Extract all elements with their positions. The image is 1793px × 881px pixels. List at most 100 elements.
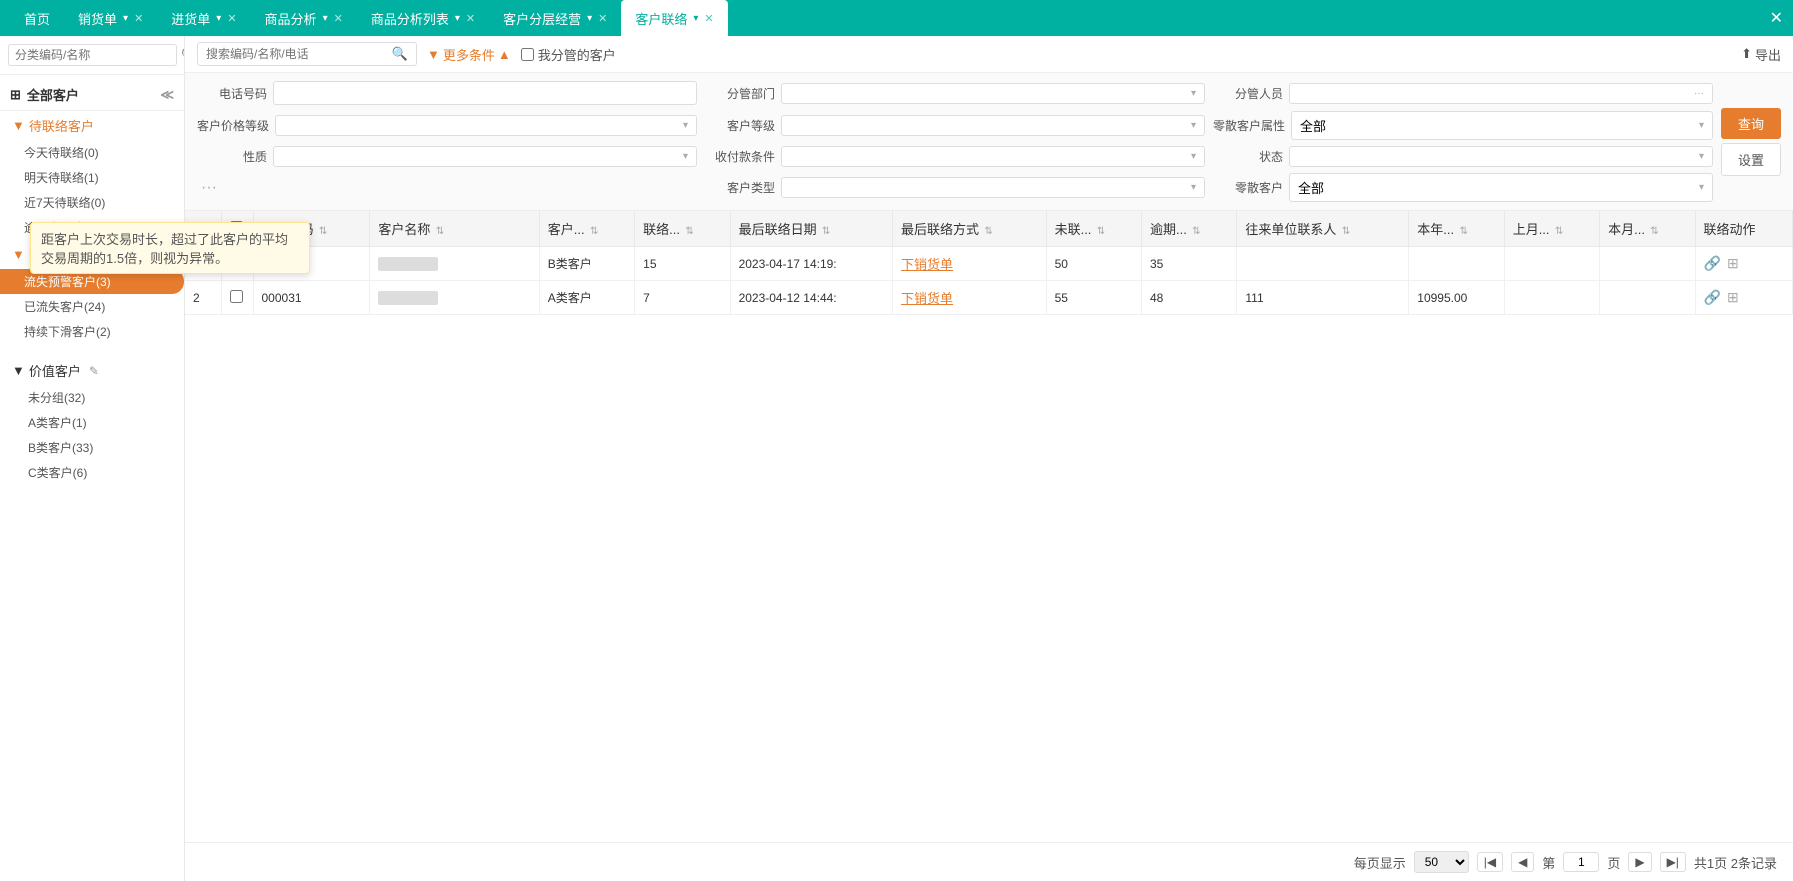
sidebar-item-lost-warning[interactable]: 已流失客户(24)	[0, 294, 184, 319]
filter-retail-attr-caret: ▾	[1699, 120, 1704, 131]
filter-cust-grade-select[interactable]: ▾	[781, 115, 1205, 136]
nav-tab-purchase-close[interactable]: ✕	[227, 12, 236, 25]
sidebar-item-declining[interactable]	[0, 344, 184, 352]
nav-tab-analysis-list-label: 商品分析列表	[371, 9, 449, 28]
last-page-btn[interactable]: ▶|	[1660, 852, 1686, 872]
filter-status-select[interactable]: ▾	[1289, 146, 1713, 167]
nav-tab-segment-arrow: ▾	[587, 13, 592, 24]
nav-tab-analysis-list[interactable]: 商品分析列表 ▾ ✕	[357, 0, 489, 36]
col-this-year[interactable]: 本年... ⇅	[1409, 211, 1504, 247]
nav-tab-segment-close[interactable]: ✕	[598, 12, 607, 25]
more-conditions-label: 更多条件	[443, 45, 495, 64]
more-conditions-btn[interactable]: ▼ 更多条件 ▲	[427, 45, 511, 64]
sidebar-item-7days[interactable]: 近7天待联络(0)	[0, 190, 184, 215]
row2-checkbox-cell	[221, 281, 253, 315]
nav-tab-analysis-close[interactable]: ✕	[334, 12, 343, 25]
col-overdue[interactable]: 逾期... ⇅	[1141, 211, 1236, 247]
nav-tab-sales-close[interactable]: ✕	[134, 12, 143, 25]
row2-last-method[interactable]: 下销货单	[893, 281, 1047, 315]
filter-phone-input[interactable]	[273, 81, 697, 105]
sidebar-search-area: 🔍	[0, 36, 184, 75]
nav-tab-home[interactable]: 首页	[10, 0, 64, 36]
row2-contact-count: 7	[635, 281, 730, 315]
export-btn[interactable]: ⬆ 导出	[1741, 45, 1781, 64]
col-last-date[interactable]: 最后联络日期 ⇅	[730, 211, 892, 247]
filter-retail-attr-value: 全部	[1300, 116, 1326, 135]
sidebar-item-b-class[interactable]: B类客户(33)	[0, 435, 184, 460]
sidebar-item-ungroup[interactable]: 未分组(32)	[0, 385, 184, 410]
col-name-label: 客户名称	[378, 222, 430, 237]
sidebar-group-value[interactable]: ▼ 价值客户 ✎	[0, 356, 184, 385]
filter-bar: 🔍 ▼ 更多条件 ▲ 我分管的客户 ⬆ 导出	[185, 36, 1793, 73]
col-no-contact-sort: ⇅	[1097, 226, 1105, 237]
sidebar-item-today[interactable]: 今天待联络(0)	[0, 140, 184, 165]
filter-retail-cust-select[interactable]: 全部 ▾	[1289, 173, 1713, 202]
window-close-button[interactable]: ✕	[1770, 8, 1783, 28]
col-this-month[interactable]: 本月... ⇅	[1600, 211, 1695, 247]
nav-tab-analysis-list-close[interactable]: ✕	[466, 12, 475, 25]
per-page-select[interactable]: 50 100 200	[1414, 851, 1469, 873]
value-edit-icon[interactable]: ✎	[89, 364, 99, 378]
sidebar-item-tomorrow[interactable]: 明天待联络(1)	[0, 165, 184, 190]
col-last-method[interactable]: 最后联络方式 ⇅	[893, 211, 1047, 247]
nav-tab-sales[interactable]: 销货单 ▾ ✕	[64, 0, 157, 36]
sidebar-group-pending[interactable]: ▼ 待联络客户	[0, 111, 184, 140]
nav-tab-contact[interactable]: 客户联络 ▾ ✕	[621, 0, 727, 36]
nav-tab-analysis[interactable]: 商品分析 ▾ ✕	[251, 0, 357, 36]
col-last-month[interactable]: 上月... ⇅	[1504, 211, 1599, 247]
col-no-contact[interactable]: 未联... ⇅	[1046, 211, 1141, 247]
col-name[interactable]: 客户名称 ⇅	[370, 211, 539, 247]
col-category[interactable]: 客户... ⇅	[539, 211, 634, 247]
filter-dots-btn[interactable]: ···	[201, 179, 217, 197]
filter-row-4: ··· 客户类型 ▾ 零散客户 全部	[197, 173, 1713, 202]
query-button[interactable]: 查询	[1721, 108, 1781, 139]
prev-page-btn[interactable]: ◀	[1511, 852, 1534, 872]
sidebar-item-a-class[interactable]: A类客户(1)	[0, 410, 184, 435]
sidebar-collapse-btn[interactable]: ≪	[160, 87, 174, 103]
page-input[interactable]	[1563, 852, 1599, 872]
filter-cell-cust-type: 客户类型 ▾	[705, 177, 1205, 198]
filter-dept-select[interactable]: ▾	[781, 83, 1205, 104]
row1-grid-icon[interactable]: ⊞	[1727, 255, 1739, 272]
filter-cust-type-select[interactable]: ▾	[781, 177, 1205, 198]
col-category-label: 客户...	[548, 222, 585, 237]
filter-cell-dots: ···	[197, 179, 697, 197]
row2-link-icon[interactable]: 🔗	[1704, 289, 1721, 306]
row2-grid-icon[interactable]: ⊞	[1727, 289, 1739, 306]
export-label: 导出	[1755, 45, 1781, 64]
row1-no-contact: 50	[1046, 247, 1141, 281]
row1-last-method-link[interactable]: 下销货单	[901, 257, 953, 272]
nav-tab-purchase[interactable]: 进货单 ▾ ✕	[157, 0, 250, 36]
table-row: 2 000031 A类客户 7 2023-04-12 14:44: 下销货单	[185, 281, 1793, 315]
my-customer-checkbox[interactable]	[521, 48, 534, 61]
row2-checkbox[interactable]	[230, 290, 243, 303]
filter-manager-select[interactable]: ···	[1289, 83, 1713, 104]
filter-price-grade-select[interactable]: ▾	[275, 115, 697, 136]
total-label: 共1页 2条记录	[1694, 853, 1777, 872]
sidebar-item-lost[interactable]: 持续下滑客户(2)	[0, 319, 184, 344]
nav-tab-segment[interactable]: 客户分层经营 ▾ ✕	[489, 0, 621, 36]
settings-button[interactable]: 设置	[1721, 143, 1781, 176]
col-contact-count[interactable]: 联络... ⇅	[635, 211, 730, 247]
sidebar-item-c-class[interactable]: C类客户(6)	[0, 460, 184, 485]
next-page-btn[interactable]: ▶	[1628, 852, 1651, 872]
filter-payment-select[interactable]: ▾	[781, 146, 1205, 167]
table-body: 1 000039 B类客户 15 2023-04-17 14:19: 下销货单	[185, 247, 1793, 315]
row1-link-icon[interactable]: 🔗	[1704, 255, 1721, 272]
sidebar-search-input[interactable]	[8, 44, 177, 66]
main-search-icon[interactable]: 🔍	[392, 46, 408, 62]
sidebar-content: ⊞ 全部客户 ≪ ▼ 待联络客户 今天待联络(0) 明天待联络(1) 近7天待联…	[0, 75, 184, 881]
tooltip-text: 距客户上次交易时长，超过了此客户的平均交易周期的1.5倍，则视为异常。	[41, 232, 185, 266]
col-unit-contact[interactable]: 往来单位联系人 ⇅	[1237, 211, 1409, 247]
main-search-input[interactable]	[206, 47, 388, 61]
my-customer-filter[interactable]: 我分管的客户	[521, 45, 616, 64]
filter-retail-attr-select[interactable]: 全部 ▾	[1291, 111, 1713, 140]
nav-tab-contact-close[interactable]: ✕	[704, 12, 713, 25]
nav-tab-home-label: 首页	[24, 9, 50, 28]
row2-overdue: 48	[1141, 281, 1236, 315]
row1-last-method[interactable]: 下销货单	[893, 247, 1047, 281]
sidebar-all-customers[interactable]: ⊞ 全部客户 ≪	[0, 79, 184, 111]
first-page-btn[interactable]: |◀	[1477, 852, 1503, 872]
row2-last-method-link[interactable]: 下销货单	[901, 291, 953, 306]
filter-nature-select[interactable]: ▾	[273, 146, 697, 167]
